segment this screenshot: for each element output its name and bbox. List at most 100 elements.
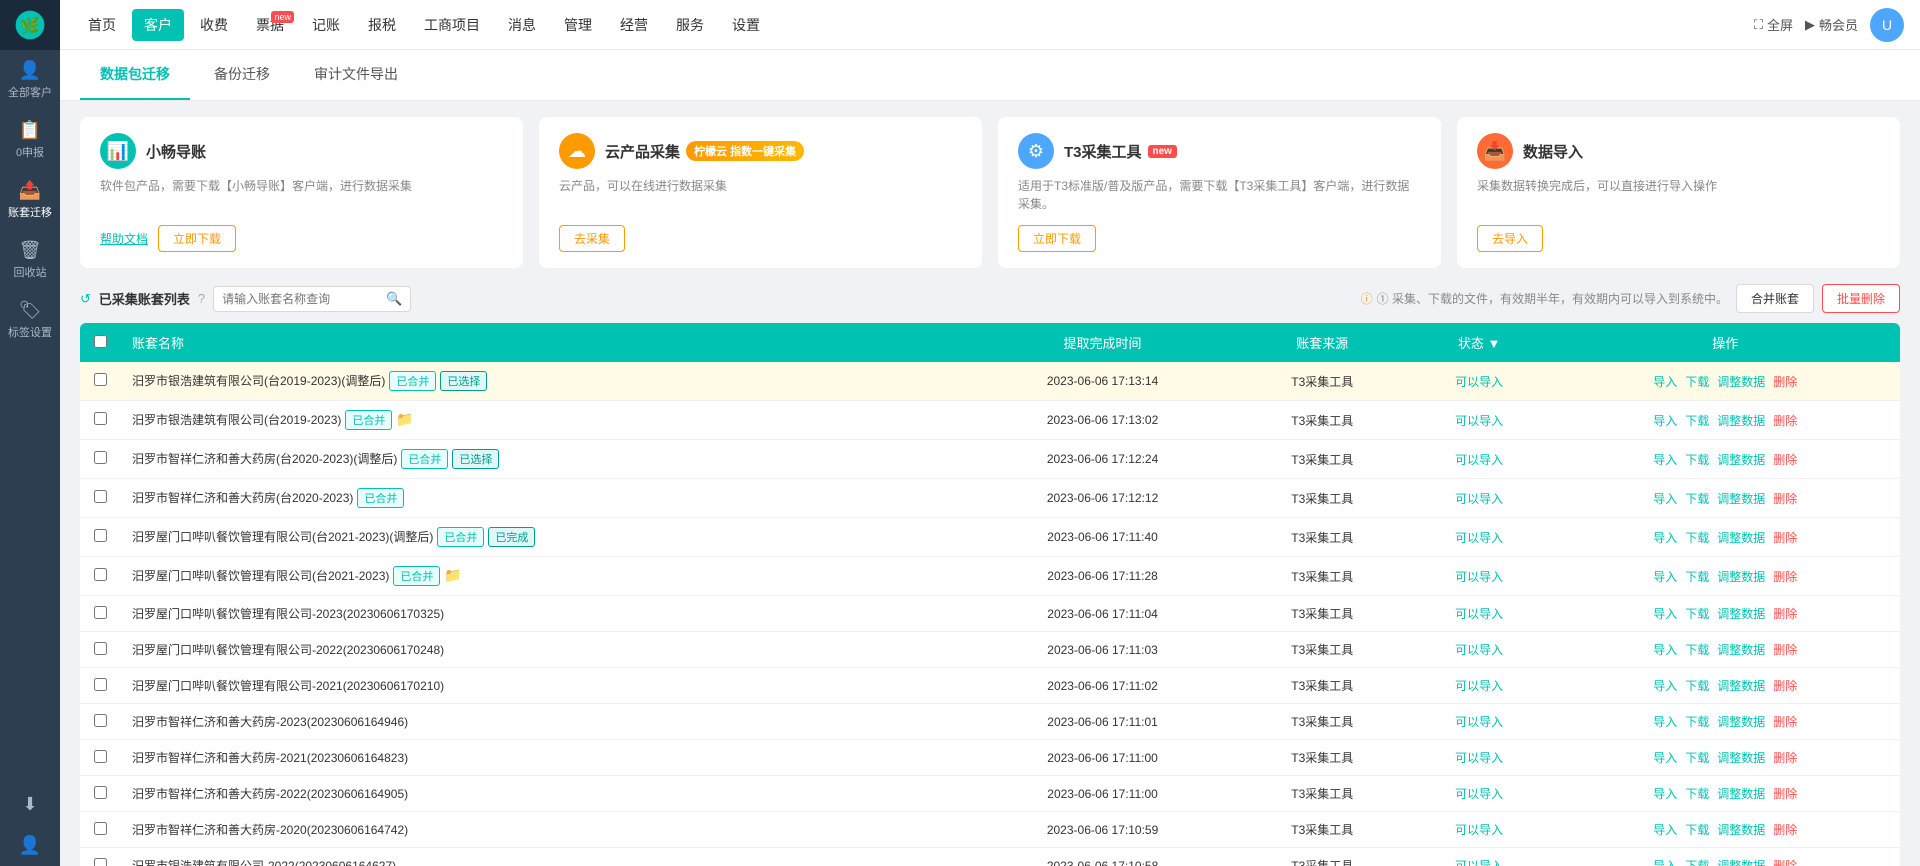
membership-btn[interactable]: ▶ 畅会员 (1805, 15, 1858, 34)
delete-action[interactable]: 删除 (1773, 751, 1797, 765)
adjust-data-action[interactable]: 调整数据 (1717, 531, 1765, 545)
import-action[interactable]: 导入 (1653, 823, 1677, 837)
download-action[interactable]: 下载 (1685, 453, 1709, 467)
row-checkbox[interactable] (94, 490, 107, 503)
row-checkbox[interactable] (94, 750, 107, 763)
cloud-collect-btn[interactable]: 去采集 (559, 225, 625, 252)
import-action[interactable]: 导入 (1653, 453, 1677, 467)
import-action[interactable]: 导入 (1653, 787, 1677, 801)
delete-action[interactable]: 删除 (1773, 679, 1797, 693)
import-action[interactable]: 导入 (1653, 375, 1677, 389)
adjust-data-action[interactable]: 调整数据 (1717, 859, 1765, 866)
import-action[interactable]: 导入 (1653, 607, 1677, 621)
adjust-data-action[interactable]: 调整数据 (1717, 607, 1765, 621)
delete-action[interactable]: 删除 (1773, 414, 1797, 428)
import-action[interactable]: 导入 (1653, 492, 1677, 506)
download-action[interactable]: 下载 (1685, 679, 1709, 693)
download-action[interactable]: 下载 (1685, 823, 1709, 837)
t3-download-btn[interactable]: 立即下载 (1018, 225, 1096, 252)
adjust-data-action[interactable]: 调整数据 (1717, 643, 1765, 657)
download-action[interactable]: 下载 (1685, 787, 1709, 801)
adjust-data-action[interactable]: 调整数据 (1717, 715, 1765, 729)
delete-action[interactable]: 删除 (1773, 787, 1797, 801)
nav-settings[interactable]: 设置 (720, 9, 772, 41)
download-action[interactable]: 下载 (1685, 715, 1709, 729)
download-action[interactable]: 下载 (1685, 751, 1709, 765)
import-btn[interactable]: 去导入 (1477, 225, 1543, 252)
nav-operation[interactable]: 经营 (608, 9, 660, 41)
nav-client[interactable]: 客户 (132, 9, 184, 41)
delete-action[interactable]: 删除 (1773, 859, 1797, 866)
adjust-data-action[interactable]: 调整数据 (1717, 492, 1765, 506)
nav-billing[interactable]: 收费 (188, 9, 240, 41)
import-action[interactable]: 导入 (1653, 570, 1677, 584)
select-all-checkbox[interactable] (94, 335, 107, 348)
app-logo[interactable]: 🌿 (0, 0, 60, 50)
nav-home[interactable]: 首页 (76, 9, 128, 41)
row-checkbox[interactable] (94, 451, 107, 464)
row-checkbox[interactable] (94, 642, 107, 655)
delete-action[interactable]: 删除 (1773, 715, 1797, 729)
sidebar-item-account-transfer[interactable]: 📤 账套迁移 (0, 170, 60, 230)
row-checkbox[interactable] (94, 714, 107, 727)
download-now-btn[interactable]: 立即下载 (158, 225, 236, 252)
user-avatar[interactable]: U (1870, 8, 1904, 42)
row-checkbox[interactable] (94, 606, 107, 619)
delete-action[interactable]: 删除 (1773, 531, 1797, 545)
row-checkbox[interactable] (94, 822, 107, 835)
merge-account-btn[interactable]: 合并账套 (1736, 284, 1814, 313)
import-action[interactable]: 导入 (1653, 715, 1677, 729)
download-action[interactable]: 下载 (1685, 607, 1709, 621)
nav-accounting[interactable]: 记账 (300, 9, 352, 41)
row-checkbox[interactable] (94, 412, 107, 425)
import-action[interactable]: 导入 (1653, 859, 1677, 866)
row-checkbox[interactable] (94, 678, 107, 691)
sidebar-item-label-settings[interactable]: 🏷 标签设置 (0, 290, 60, 350)
import-action[interactable]: 导入 (1653, 643, 1677, 657)
row-checkbox[interactable] (94, 786, 107, 799)
adjust-data-action[interactable]: 调整数据 (1717, 787, 1765, 801)
row-checkbox[interactable] (94, 373, 107, 386)
delete-action[interactable]: 删除 (1773, 375, 1797, 389)
help-doc-link[interactable]: 帮助文档 (100, 230, 148, 247)
help-icon[interactable]: ? (198, 291, 205, 306)
download-action[interactable]: 下载 (1685, 859, 1709, 866)
nav-invoice[interactable]: 票据 new (244, 9, 296, 41)
delete-action[interactable]: 删除 (1773, 607, 1797, 621)
adjust-data-action[interactable]: 调整数据 (1717, 375, 1765, 389)
search-input[interactable] (222, 292, 382, 306)
nav-management[interactable]: 管理 (552, 9, 604, 41)
fullscreen-btn[interactable]: ⛶ 全屏 (1754, 15, 1793, 34)
download-action[interactable]: 下载 (1685, 531, 1709, 545)
adjust-data-action[interactable]: 调整数据 (1717, 453, 1765, 467)
nav-tax[interactable]: 报税 (356, 9, 408, 41)
delete-action[interactable]: 删除 (1773, 643, 1797, 657)
delete-action[interactable]: 删除 (1773, 823, 1797, 837)
sidebar-item-download[interactable]: ⬇ (0, 784, 60, 825)
adjust-data-action[interactable]: 调整数据 (1717, 679, 1765, 693)
import-action[interactable]: 导入 (1653, 531, 1677, 545)
download-action[interactable]: 下载 (1685, 570, 1709, 584)
row-checkbox[interactable] (94, 568, 107, 581)
tab-backup-migration[interactable]: 备份迁移 (194, 50, 290, 100)
sidebar-item-user-profile[interactable]: 👤 (0, 825, 60, 866)
sidebar-item-zero-declare[interactable]: 📋 0申报 (0, 110, 60, 170)
download-action[interactable]: 下载 (1685, 414, 1709, 428)
adjust-data-action[interactable]: 调整数据 (1717, 414, 1765, 428)
adjust-data-action[interactable]: 调整数据 (1717, 570, 1765, 584)
col-status[interactable]: 状态 ▼ (1408, 323, 1551, 362)
download-action[interactable]: 下载 (1685, 492, 1709, 506)
row-checkbox[interactable] (94, 529, 107, 542)
file-icon[interactable]: 📁 (444, 567, 461, 583)
delete-action[interactable]: 删除 (1773, 570, 1797, 584)
row-checkbox[interactable] (94, 858, 107, 866)
sidebar-item-all-clients[interactable]: 👤 全部客户 (0, 50, 60, 110)
delete-action[interactable]: 删除 (1773, 492, 1797, 506)
nav-service[interactable]: 服务 (664, 9, 716, 41)
batch-delete-btn[interactable]: 批量删除 (1822, 284, 1900, 313)
delete-action[interactable]: 删除 (1773, 453, 1797, 467)
search-icon[interactable]: 🔍 (386, 291, 402, 307)
nav-business[interactable]: 工商项目 (412, 9, 492, 41)
adjust-data-action[interactable]: 调整数据 (1717, 751, 1765, 765)
refresh-icon[interactable]: ↺ (80, 291, 91, 307)
